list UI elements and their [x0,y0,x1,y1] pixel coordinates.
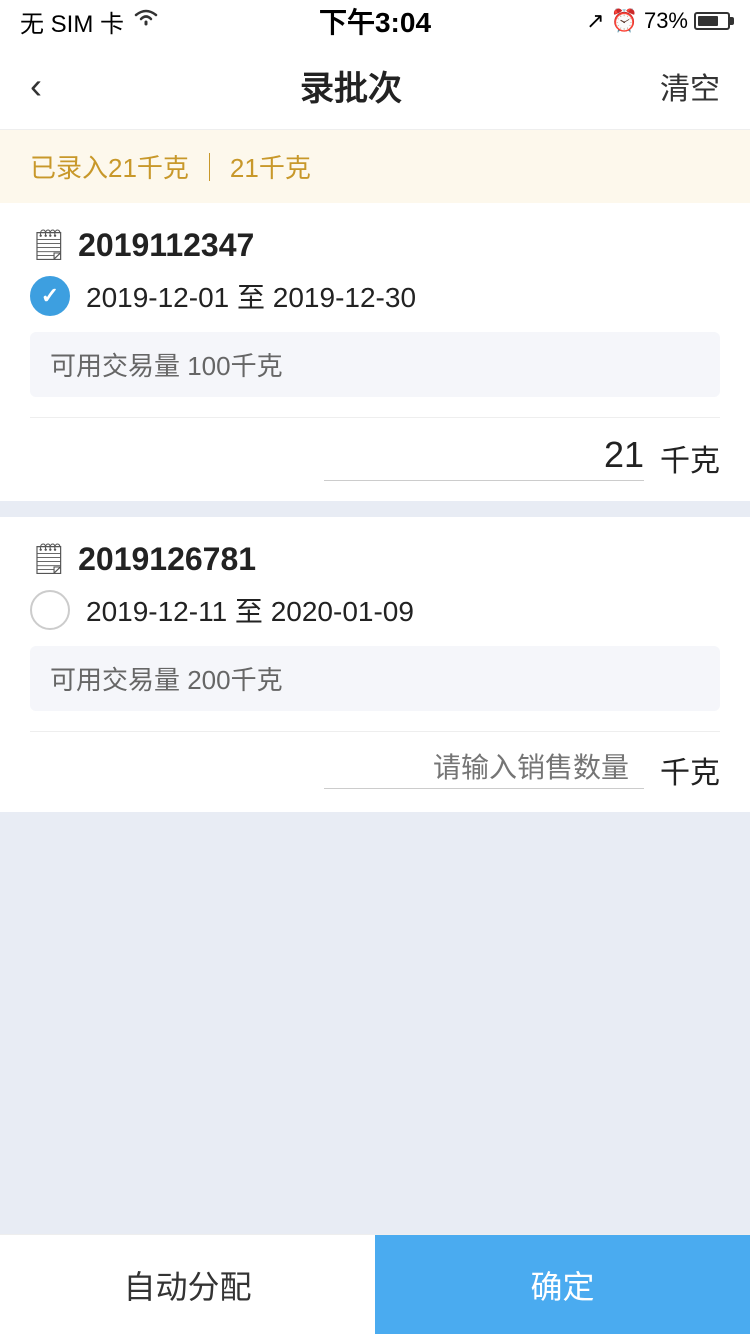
batch-radio-1[interactable] [30,276,70,316]
batch-unit-2: 千克 [660,748,720,792]
batch-input-underline-1: 21 [324,434,644,481]
nav-bar: ‹ 录批次 清空 [0,42,750,130]
no-sim-text: 无 SIM 卡 [20,4,124,39]
batch-qty-value-1: 21 [604,434,644,476]
summary-total: 21千克 [230,148,311,185]
batch-input-row-1: 21 千克 [30,417,720,501]
batch-radio-2[interactable] [30,590,70,630]
batch-header-2: 🗒 2019126781 [30,541,720,578]
page-title: 录批次 [300,61,402,110]
batch-input-row-2: 千克 [30,731,720,812]
batch-available-1: 可用交易量 100千克 [30,332,720,397]
batch-id-icon-1: 🗒 [30,228,68,263]
bottom-bar: 自动分配 确定 [0,1234,750,1334]
batch-date-1: 2019-12-01 至 2019-12-30 [86,276,416,316]
batch-input-underline-2[interactable] [324,752,644,789]
auto-distribute-button[interactable]: 自动分配 [0,1235,375,1334]
batch-unit-1: 千克 [660,436,720,480]
batch-date-row-1: 2019-12-01 至 2019-12-30 [30,276,720,316]
batch-id-2: 2019126781 [78,541,256,578]
batch-card-1: 🗒 2019112347 2019-12-01 至 2019-12-30 可用交… [0,203,750,501]
summary-recorded: 已录入21千克 [30,148,189,185]
section-separator-1 [0,501,750,517]
section-separator-2 [0,812,750,828]
batch-date-row-2: 2019-12-11 至 2020-01-09 [30,590,720,630]
alarm-icon: ⏰ [611,8,638,34]
status-bar: 无 SIM 卡 下午3:04 ↗ ⏰ 73% [0,0,750,42]
batch-card-2: 🗒 2019126781 2019-12-11 至 2020-01-09 可用交… [0,517,750,812]
status-left: 无 SIM 卡 [20,4,160,39]
location-icon: ↗ [586,8,604,34]
empty-area [0,828,750,1234]
batch-id-icon-2: 🗒 [30,542,68,577]
batch-available-2: 可用交易量 200千克 [30,646,720,711]
summary-divider [209,153,210,181]
status-right: ↗ ⏰ 73% [586,8,730,34]
battery-percent: 73% [644,8,688,34]
clear-button[interactable]: 清空 [660,64,720,108]
batch-date-2: 2019-12-11 至 2020-01-09 [86,590,414,630]
summary-banner: 已录入21千克 21千克 [0,130,750,203]
confirm-button[interactable]: 确定 [375,1235,750,1334]
batch-id-1: 2019112347 [78,227,254,264]
batch-qty-input-2[interactable] [283,752,644,784]
status-time: 下午3:04 [319,1,431,41]
battery-icon [694,12,730,30]
back-button[interactable]: ‹ [30,65,42,107]
wifi-icon [132,7,160,35]
batch-header-1: 🗒 2019112347 [30,227,720,264]
